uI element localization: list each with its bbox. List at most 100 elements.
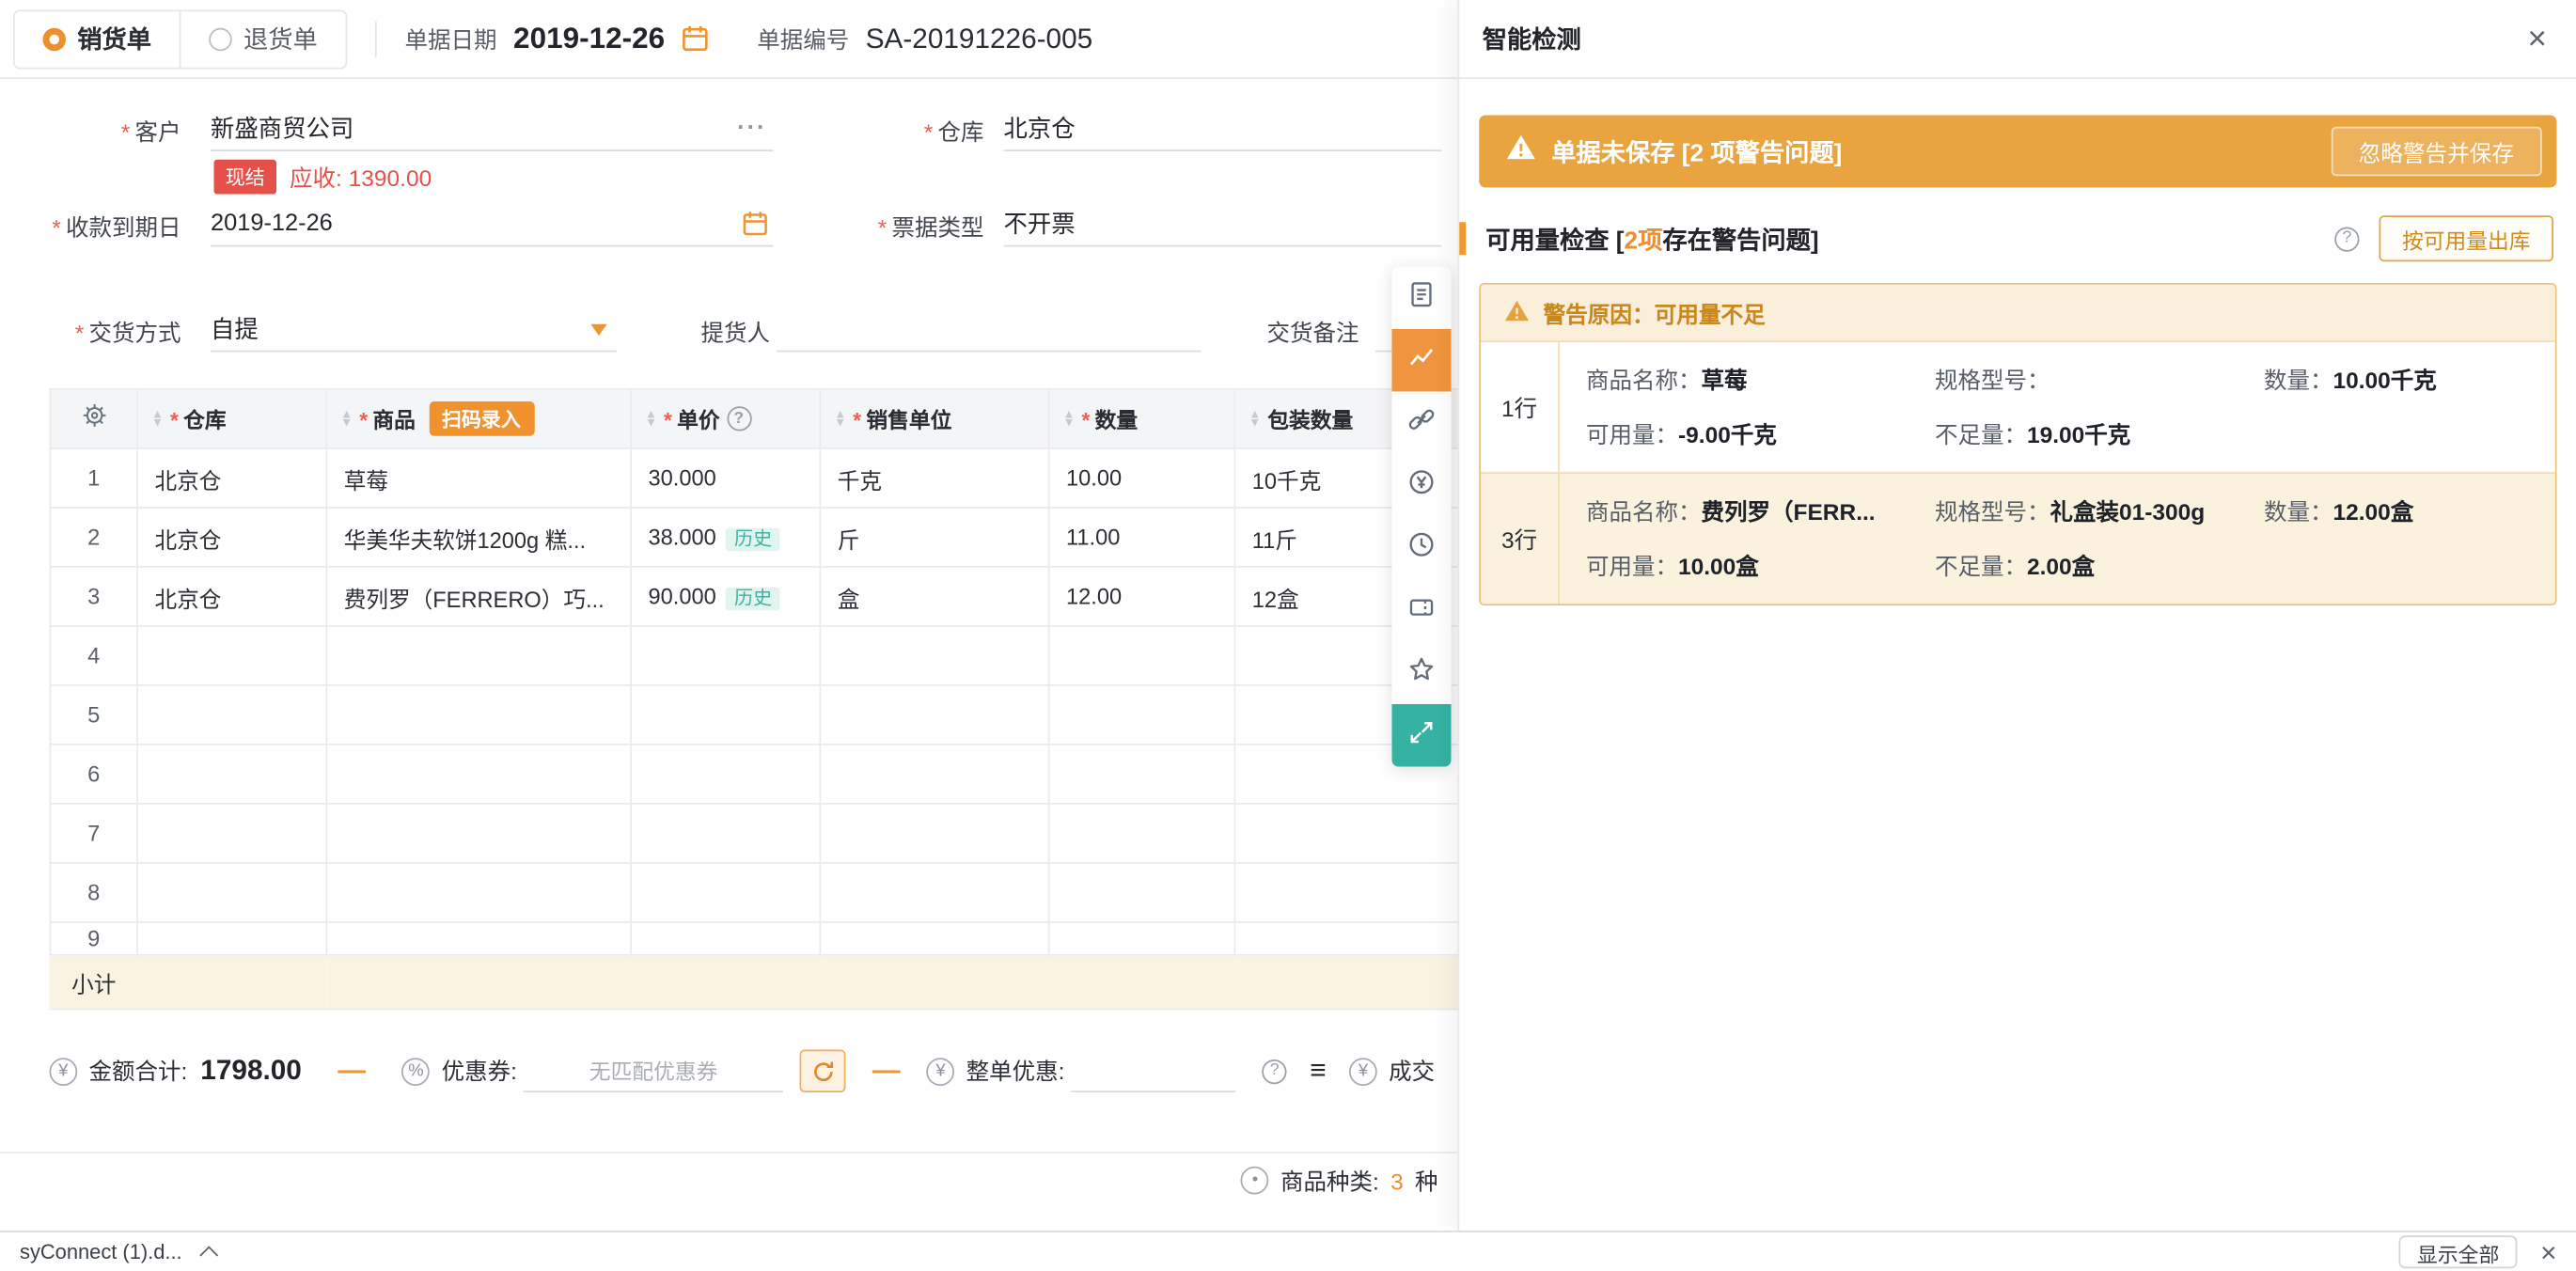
scan-entry-button[interactable]: 扫码录入 bbox=[428, 401, 534, 436]
cell-qty[interactable] bbox=[1047, 744, 1236, 805]
calendar-icon[interactable] bbox=[741, 208, 771, 238]
invoice-type-field[interactable]: 不开票 bbox=[1003, 201, 1441, 247]
warehouse-field[interactable]: 北京仓 bbox=[1003, 105, 1441, 151]
link-button[interactable] bbox=[1392, 392, 1452, 455]
cell-unit[interactable]: 斤 bbox=[819, 507, 1050, 568]
collapse-dash-icon[interactable]: — bbox=[338, 1055, 366, 1088]
sort-icon[interactable] bbox=[340, 411, 353, 426]
close-icon[interactable]: × bbox=[2540, 1238, 2556, 1266]
tab-sales-order[interactable]: 销货单 bbox=[15, 10, 180, 67]
column-settings-header[interactable] bbox=[49, 388, 138, 449]
cell-product[interactable] bbox=[325, 684, 632, 745]
sort-icon[interactable] bbox=[1249, 411, 1261, 426]
header-unit[interactable]: 销售单位 bbox=[819, 388, 1050, 449]
sort-icon[interactable] bbox=[645, 411, 657, 426]
cell-product[interactable] bbox=[325, 803, 632, 864]
cell-unit[interactable] bbox=[819, 862, 1050, 923]
cell-product[interactable] bbox=[325, 744, 632, 805]
calendar-icon[interactable] bbox=[680, 24, 711, 55]
coupon-button[interactable] bbox=[1392, 579, 1452, 642]
cell-unit[interactable] bbox=[819, 625, 1050, 686]
cell-warehouse[interactable] bbox=[136, 803, 328, 864]
help-icon[interactable]: ? bbox=[2334, 226, 2360, 251]
close-icon[interactable]: × bbox=[2521, 23, 2553, 55]
cell-warehouse[interactable]: 北京仓 bbox=[136, 566, 328, 627]
doc-date-value[interactable]: 2019-12-26 bbox=[513, 22, 665, 56]
refresh-coupon-button[interactable] bbox=[799, 1049, 846, 1092]
ship-by-availability-button[interactable]: 按可用量出库 bbox=[2379, 215, 2553, 262]
cell-warehouse[interactable]: 北京仓 bbox=[136, 507, 328, 568]
collapse-dash-icon[interactable]: — bbox=[872, 1055, 901, 1088]
ignore-and-save-button[interactable]: 忽略警告并保存 bbox=[2330, 126, 2542, 177]
cell-unit[interactable] bbox=[819, 684, 1050, 745]
cell-qty[interactable] bbox=[1047, 862, 1236, 923]
delivery-method-field[interactable]: 自提 bbox=[211, 306, 618, 353]
cell-qty[interactable] bbox=[1047, 921, 1236, 956]
history-price-badge[interactable]: 历史 bbox=[726, 526, 781, 551]
cell-unit[interactable] bbox=[819, 744, 1050, 805]
cell-unit[interactable] bbox=[819, 803, 1050, 864]
sort-icon[interactable] bbox=[1063, 411, 1076, 426]
cell-price[interactable] bbox=[630, 684, 822, 745]
cell-price[interactable] bbox=[630, 862, 822, 923]
cell-unit[interactable] bbox=[819, 921, 1050, 956]
header-product[interactable]: 商品扫码录入 bbox=[325, 388, 632, 449]
cell-price[interactable]: 38.000 历史 bbox=[630, 507, 822, 568]
header-warehouse[interactable]: 仓库 bbox=[136, 388, 328, 449]
cell-product[interactable]: 草莓 bbox=[325, 447, 632, 509]
cell-product[interactable] bbox=[325, 625, 632, 686]
cell-unit[interactable]: 盒 bbox=[819, 566, 1050, 627]
cell-warehouse[interactable] bbox=[136, 921, 328, 956]
cell-price[interactable] bbox=[630, 625, 822, 686]
cell-product[interactable] bbox=[325, 921, 632, 956]
cell-price[interactable] bbox=[630, 921, 822, 956]
help-icon[interactable]: ? bbox=[1262, 1059, 1287, 1084]
cell-product[interactable] bbox=[325, 862, 632, 923]
cell-price[interactable] bbox=[630, 744, 822, 805]
customer-field[interactable]: 新盛商贸公司 ··· bbox=[211, 105, 774, 151]
favorite-button[interactable] bbox=[1392, 642, 1452, 705]
picker-field[interactable] bbox=[777, 306, 1202, 353]
cell-price[interactable]: 90.000 历史 bbox=[630, 566, 822, 627]
help-icon[interactable]: ? bbox=[726, 406, 751, 432]
cell-pkg[interactable] bbox=[1233, 862, 1458, 923]
header-price[interactable]: 单价? bbox=[630, 388, 822, 449]
cell-price[interactable] bbox=[630, 803, 822, 864]
cell-pkg[interactable] bbox=[1233, 803, 1458, 864]
cell-warehouse[interactable]: 北京仓 bbox=[136, 447, 328, 509]
downloaded-file-name[interactable]: syConnect (1).d... bbox=[20, 1241, 182, 1264]
chevron-up-icon[interactable] bbox=[198, 1246, 218, 1265]
chevron-down-icon[interactable] bbox=[590, 323, 607, 344]
cell-qty[interactable]: 12.00 bbox=[1047, 566, 1236, 627]
cell-product[interactable]: 费列罗（FERRERO）巧... bbox=[325, 566, 632, 627]
history-button[interactable] bbox=[1392, 517, 1452, 580]
due-date-field[interactable]: 2019-12-26 bbox=[211, 201, 774, 247]
cell-qty[interactable]: 11.00 bbox=[1047, 507, 1236, 568]
cell-pkg[interactable] bbox=[1233, 921, 1458, 956]
cell-price[interactable]: 30.000 bbox=[630, 447, 822, 509]
cell-qty[interactable] bbox=[1047, 803, 1236, 864]
money-button[interactable] bbox=[1392, 454, 1452, 517]
expand-button[interactable] bbox=[1391, 704, 1452, 767]
cell-product[interactable]: 华美华夫软饼1200g 糕... bbox=[325, 507, 632, 568]
coupon-field[interactable]: 无匹配优惠券 bbox=[523, 1050, 784, 1092]
menu-icon[interactable]: ≡ bbox=[1310, 1055, 1326, 1088]
cell-qty[interactable] bbox=[1047, 625, 1236, 686]
cell-unit[interactable]: 千克 bbox=[819, 447, 1050, 509]
cell-warehouse[interactable] bbox=[136, 684, 328, 745]
cell-qty[interactable]: 10.00 bbox=[1047, 447, 1236, 509]
show-all-downloads-button[interactable]: 显示全部 bbox=[2398, 1235, 2518, 1269]
history-price-badge[interactable]: 历史 bbox=[726, 586, 781, 610]
tab-return-order[interactable]: 退货单 bbox=[179, 10, 346, 67]
gear-icon[interactable] bbox=[80, 400, 108, 437]
sort-icon[interactable] bbox=[151, 411, 164, 426]
smart-detect-button[interactable] bbox=[1391, 329, 1452, 392]
more-icon[interactable]: ··· bbox=[737, 114, 774, 142]
sort-icon[interactable] bbox=[834, 411, 846, 426]
document-notes-button[interactable] bbox=[1392, 267, 1452, 330]
cell-qty[interactable] bbox=[1047, 684, 1236, 745]
cell-warehouse[interactable] bbox=[136, 862, 328, 923]
cell-warehouse[interactable] bbox=[136, 744, 328, 805]
cell-warehouse[interactable] bbox=[136, 625, 328, 686]
order-discount-field[interactable] bbox=[1071, 1050, 1236, 1092]
